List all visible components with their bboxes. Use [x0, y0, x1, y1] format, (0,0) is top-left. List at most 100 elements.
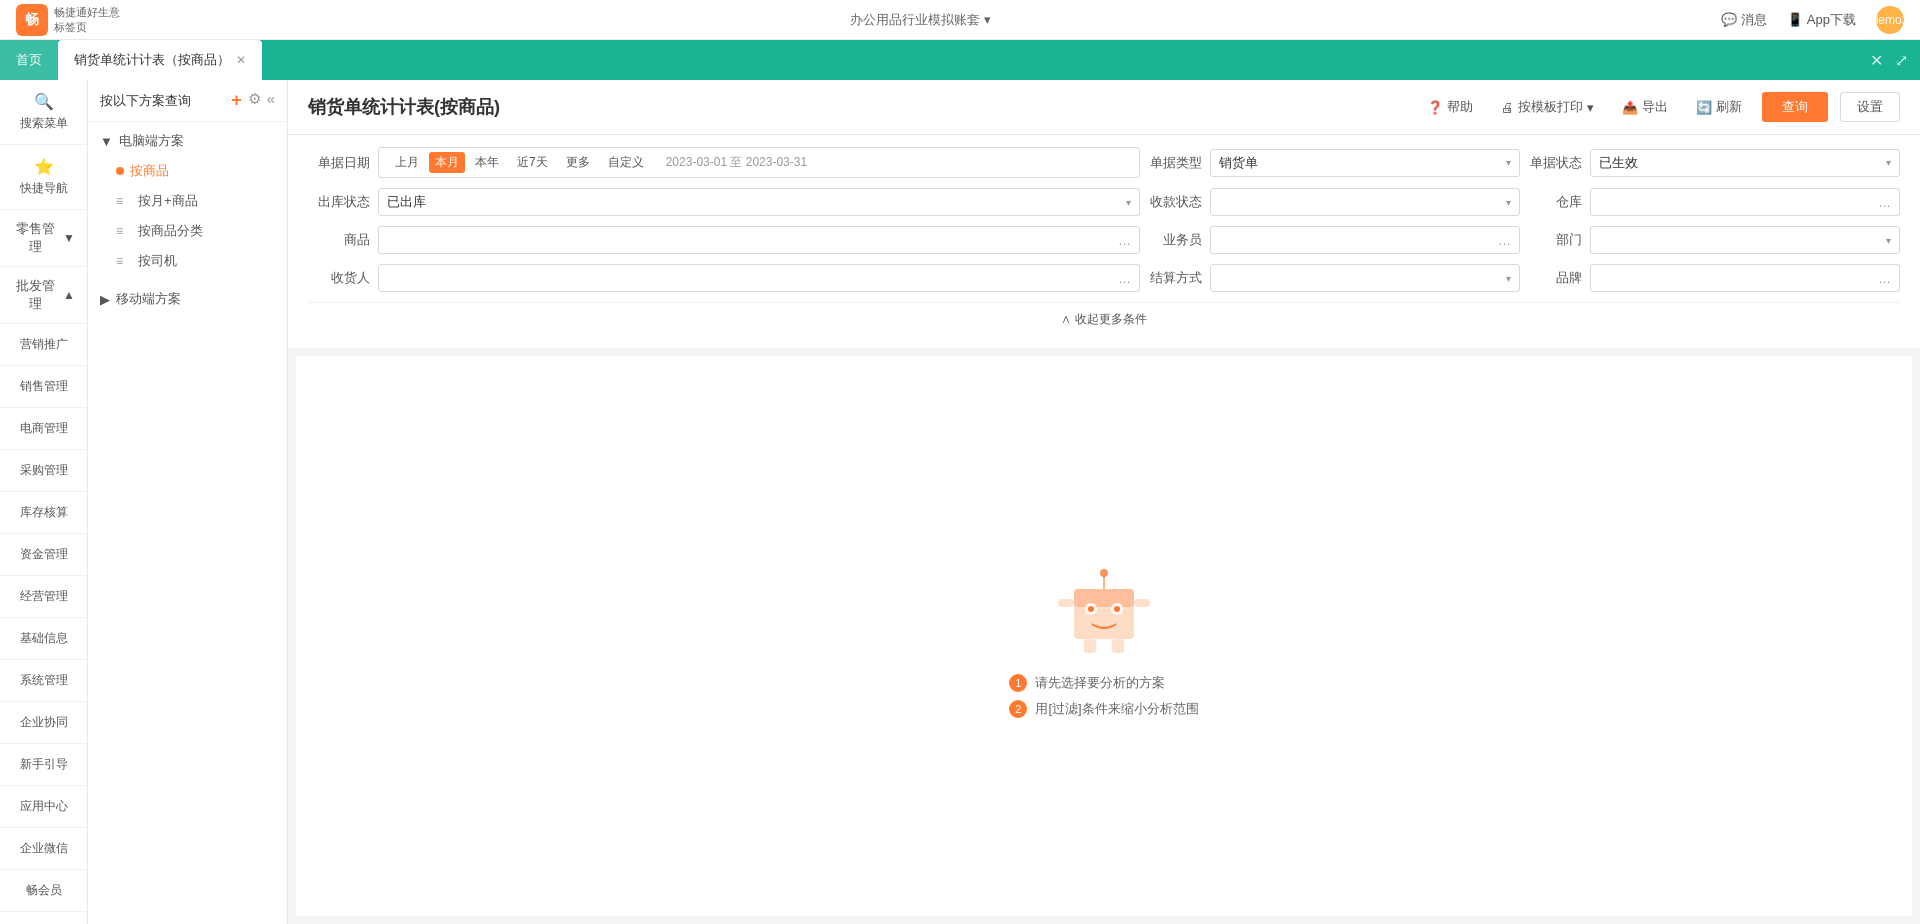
tab-close-icon[interactable]: ✕: [236, 53, 246, 67]
empty-tip-2: 2 用[过滤]条件来缩小分析范围: [1009, 700, 1198, 718]
filter-receiver-label: 收货人: [308, 269, 378, 287]
query-btn[interactable]: 查询: [1762, 92, 1828, 122]
top-bar: 畅 畅捷通好生意 标签页 办公用品行业模拟账套 ▾ 💬 消息 📱 App下载 d…: [0, 0, 1920, 40]
message-btn[interactable]: 💬 消息: [1721, 11, 1767, 29]
settings-scheme-btn[interactable]: ⚙: [248, 90, 261, 111]
filter-warehouse-item: 仓库 …: [1520, 188, 1900, 216]
sidebar-item-sales[interactable]: 销售管理: [0, 366, 87, 408]
sidebar-item-system[interactable]: 系统管理: [0, 660, 87, 702]
filter-dept-item: 部门 ▾: [1520, 226, 1900, 254]
export-icon: 📤: [1622, 100, 1638, 115]
filter-receiver-item: 收货人 …: [308, 264, 1140, 292]
filter-paymentmethod-control[interactable]: ▾: [1210, 264, 1520, 292]
filter-outstatus-control[interactable]: 已出库 ▾: [378, 188, 1140, 216]
tab-bar-actions: ✕ ⤢: [1870, 51, 1920, 70]
tab-expand-icon[interactable]: ⤢: [1895, 51, 1908, 70]
filter-paymentstatus-item: 收款状态 ▾: [1140, 188, 1520, 216]
avatar[interactable]: demo2: [1876, 6, 1904, 34]
filter-receiver-control[interactable]: …: [378, 264, 1140, 292]
help-btn[interactable]: ❓ 帮助: [1419, 94, 1481, 120]
filter-brand-control[interactable]: …: [1590, 264, 1900, 292]
salesman-dots-icon[interactable]: …: [1498, 233, 1511, 248]
print-icon: 🖨: [1501, 100, 1514, 115]
svg-point-7: [1100, 569, 1108, 577]
filter-doctype-label: 单据类型: [1140, 154, 1210, 172]
svg-rect-1: [1074, 589, 1134, 607]
scheme-item-by-cashier[interactable]: ≡ 按司机: [88, 246, 287, 276]
scheme-item-by-goods-cat[interactable]: ≡ 按商品分类: [88, 216, 287, 246]
collapse-filter-btn[interactable]: ∧ 收起更多条件: [308, 302, 1900, 336]
outstatus-arrow-icon: ▾: [1126, 197, 1131, 208]
tab-bar: 首页 销货单统计计表（按商品） ✕ ✕ ⤢: [0, 40, 1920, 80]
sidebar-item-vip[interactable]: 畅会员: [0, 870, 87, 912]
collapse-panel-btn[interactable]: «: [267, 90, 275, 111]
filter-outstatus-label: 出库状态: [308, 193, 378, 211]
logo-area: 畅 畅捷通好生意 标签页: [16, 4, 120, 36]
date-tab-custom[interactable]: 自定义: [600, 152, 652, 173]
warehouse-dots-icon[interactable]: …: [1878, 195, 1891, 210]
retail-arrow-icon: ▼: [63, 231, 75, 245]
sidebar-item-basic[interactable]: 基础信息: [0, 618, 87, 660]
sidebar-item-wholesale[interactable]: 批发管理 ▲: [0, 267, 87, 324]
scheme-item-by-goods[interactable]: 按商品: [88, 156, 287, 186]
date-tab-more[interactable]: 更多: [558, 152, 598, 173]
scheme-item-by-month-goods[interactable]: ≡ 按月+商品: [88, 186, 287, 216]
filter-date-item: 单据日期 上月 本月 本年 近7天 更多 自定义 2023-03-01 至 20…: [308, 147, 1140, 178]
receiver-dots-icon[interactable]: …: [1118, 271, 1131, 286]
date-tab-lastmonth[interactable]: 上月: [387, 152, 427, 173]
tab-close-all-icon[interactable]: ✕: [1870, 51, 1883, 70]
refresh-icon: 🔄: [1696, 100, 1712, 115]
filter-dept-control[interactable]: ▾: [1590, 226, 1900, 254]
brand-dots-icon[interactable]: …: [1878, 271, 1891, 286]
sidebar-item-enterprise[interactable]: 企业协同: [0, 702, 87, 744]
page-title-row: 销货单统计计表(按商品) ❓ 帮助 🖨 按模板打印 ▾ 📤: [308, 92, 1900, 122]
empty-illustration: [1044, 554, 1164, 654]
sidebar-item-operation[interactable]: 经营管理: [0, 576, 87, 618]
sidebar-item-purchase[interactable]: 采购管理: [0, 450, 87, 492]
filter-docstatus-control[interactable]: 已生效 ▾: [1590, 149, 1900, 177]
date-tab-thismonth[interactable]: 本月: [429, 152, 465, 173]
print-btn[interactable]: 🖨 按模板打印 ▾: [1493, 94, 1602, 120]
sidebar: 🔍 搜索菜单 ⭐ 快捷导航 零售管理 ▼ 批发管理 ▲ 营销推广 销售管理 电商…: [0, 80, 88, 924]
top-bar-center[interactable]: 办公用品行业模拟账套 ▾: [850, 11, 991, 29]
filter-doctype-control[interactable]: 销货单 ▾: [1210, 149, 1520, 177]
paymentstatus-arrow-icon: ▾: [1506, 197, 1511, 208]
export-btn[interactable]: 📤 导出: [1614, 94, 1676, 120]
tab-home[interactable]: 首页: [0, 40, 58, 80]
active-dot-icon: [116, 167, 124, 175]
sidebar-item-appcenter[interactable]: 应用中心: [0, 786, 87, 828]
filter-docstatus-item: 单据状态 已生效 ▾: [1520, 149, 1900, 177]
sidebar-item-retail[interactable]: 零售管理 ▼: [0, 210, 87, 267]
filter-salesman-control[interactable]: …: [1210, 226, 1520, 254]
top-center-arrow-icon[interactable]: ▾: [984, 12, 991, 27]
sidebar-item-marketing[interactable]: 营销推广: [0, 324, 87, 366]
date-tab-thisyear[interactable]: 本年: [467, 152, 507, 173]
add-scheme-btn[interactable]: +: [231, 90, 242, 111]
sidebar-item-guide[interactable]: 新手引导: [0, 744, 87, 786]
filter-outstatus-item: 出库状态 已出库 ▾: [308, 188, 1140, 216]
filter-form: 单据日期 上月 本月 本年 近7天 更多 自定义 2023-03-01 至 20…: [288, 135, 1920, 348]
filter-goods-control[interactable]: …: [378, 226, 1140, 254]
filter-paymentstatus-control[interactable]: ▾: [1210, 188, 1520, 216]
filter-warehouse-label: 仓库: [1520, 193, 1590, 211]
pc-scheme-group-header[interactable]: ▼ 电脑端方案: [88, 126, 287, 156]
docstatus-value: 已生效: [1599, 154, 1882, 172]
sidebar-item-finance[interactable]: 资金管理: [0, 534, 87, 576]
sidebar-item-weixin[interactable]: 企业微信: [0, 828, 87, 870]
sidebar-item-search[interactable]: 🔍 搜索菜单: [0, 80, 87, 145]
sidebar-item-inventory[interactable]: 库存核算: [0, 492, 87, 534]
date-tab-7days[interactable]: 近7天: [509, 152, 556, 173]
mobile-group-arrow-icon: ▶: [100, 292, 110, 307]
app-download-btn[interactable]: 📱 App下载: [1787, 11, 1856, 29]
mobile-scheme-group-header[interactable]: ▶ 移动端方案: [88, 284, 287, 314]
tip-num-2: 2: [1009, 700, 1027, 718]
svg-point-5: [1114, 606, 1120, 612]
goods-dots-icon[interactable]: …: [1118, 233, 1131, 248]
tab-sales-stat[interactable]: 销货单统计计表（按商品） ✕: [58, 40, 262, 80]
filter-date-control: 上月 本月 本年 近7天 更多 自定义 2023-03-01 至 2023-03…: [378, 147, 1140, 178]
filter-warehouse-control[interactable]: …: [1590, 188, 1900, 216]
refresh-btn[interactable]: 🔄 刷新: [1688, 94, 1750, 120]
settings-btn[interactable]: 设置: [1840, 92, 1900, 122]
sidebar-item-ecommerce[interactable]: 电商管理: [0, 408, 87, 450]
sidebar-item-quicknav[interactable]: ⭐ 快捷导航: [0, 145, 87, 210]
